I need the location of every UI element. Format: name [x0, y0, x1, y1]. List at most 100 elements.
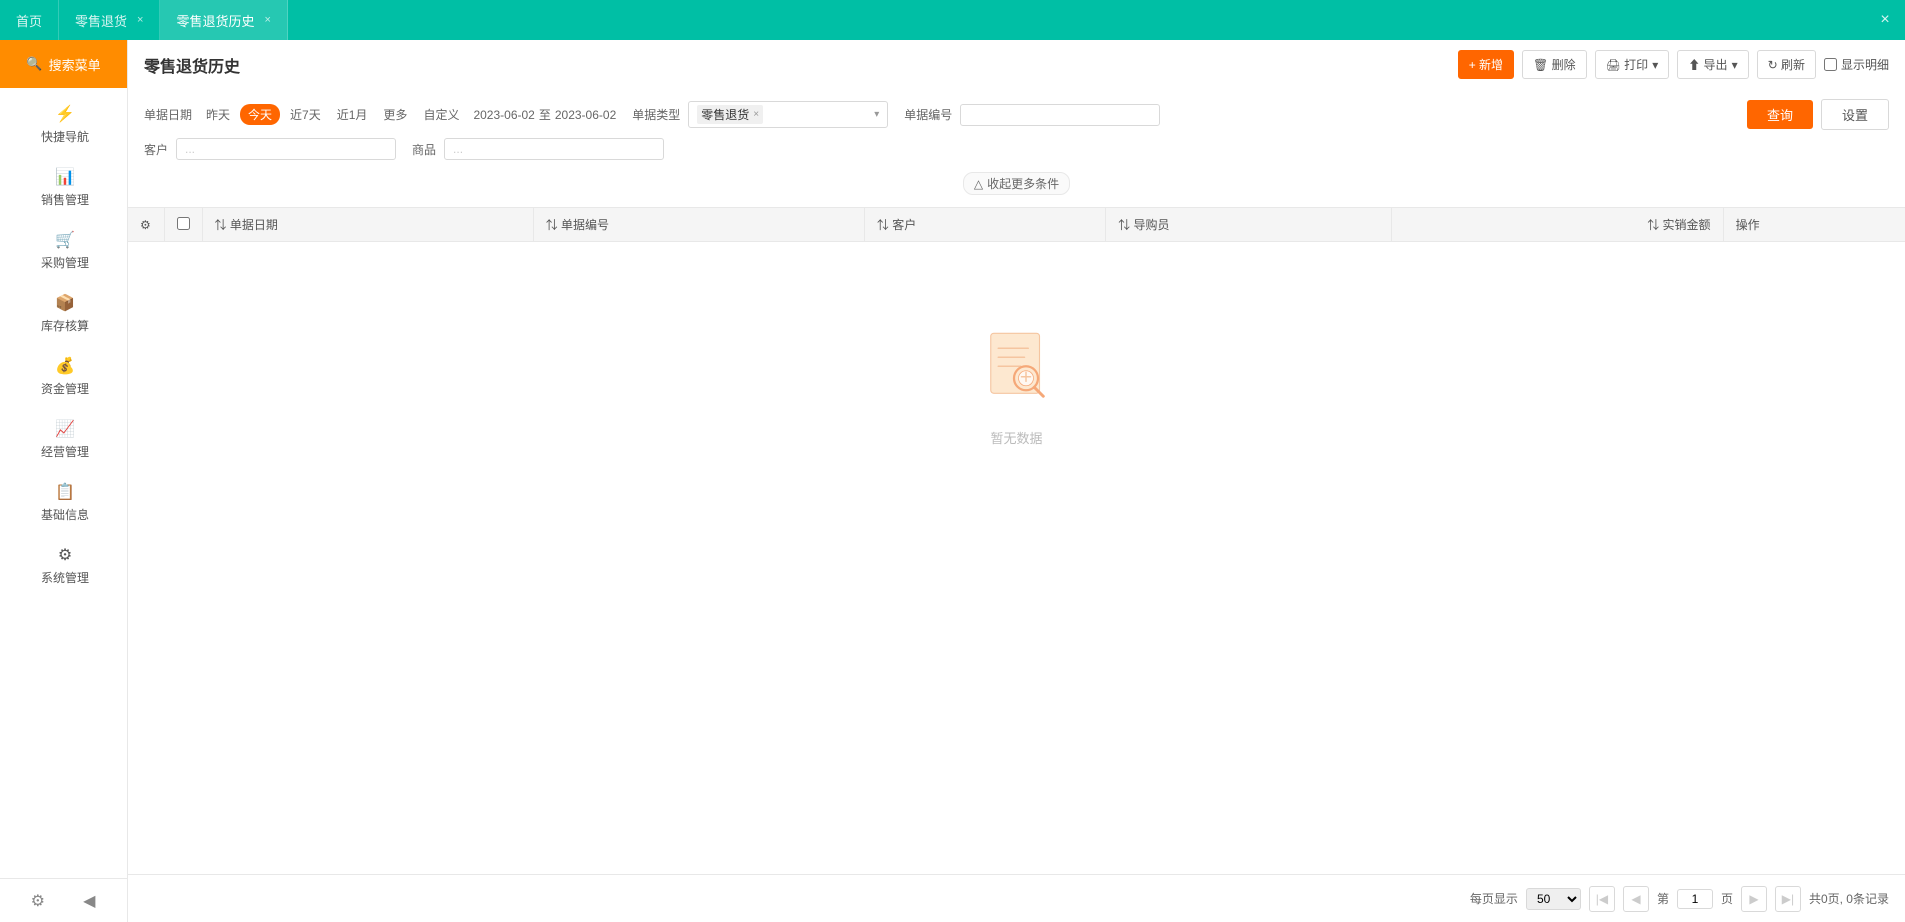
total-label: 共0页, 0条记录 [1809, 890, 1889, 907]
goods-filter: 商品 ... [412, 138, 664, 160]
doc-type-tag-remove[interactable]: × [753, 109, 759, 120]
date-from[interactable]: 2023-06-02 [473, 108, 534, 122]
tab-retail-return-close[interactable]: × [137, 14, 143, 26]
page-label-pre: 第 [1657, 890, 1669, 907]
nav-icon-system: ⚙ [55, 545, 75, 565]
table-settings-icon[interactable]: ⚙ [140, 218, 151, 232]
sidebar-item-operations[interactable]: 📈 经营管理 [0, 407, 127, 470]
doc-no-input[interactable] [960, 104, 1160, 126]
table-container: ⚙ ⇅ 单据日期 ⇅ 单据编号 ⇅ 客户 [128, 208, 1905, 874]
nav-label-quick-nav: 快捷导航 [41, 128, 89, 145]
sidebar: 🔍 搜索菜单 ⚡ 快捷导航 📊 销售管理 🛒 采购管理 📦 库存核算 💰 资金管… [0, 40, 128, 922]
date-shortcut-more[interactable]: 更多 [377, 104, 413, 125]
doc-no-label: 单据编号 [904, 106, 952, 123]
date-shortcut-today[interactable]: 今天 [240, 104, 280, 125]
th-guide-label: ⇅ 导购员 [1118, 218, 1169, 232]
th-amount-label: ⇅ 实销金额 [1647, 218, 1710, 232]
window-close-button[interactable]: × [1865, 0, 1905, 40]
collapse-filter-button[interactable]: △ 收起更多条件 [963, 172, 1070, 195]
first-page-btn[interactable]: |◀ [1589, 886, 1615, 912]
show-detail-checkbox[interactable] [1824, 58, 1837, 71]
tab-home[interactable]: 首页 [0, 0, 59, 40]
collapse-label: 收起更多条件 [987, 175, 1059, 192]
doc-type-arrow: ▾ [874, 109, 879, 120]
doc-type-selector[interactable]: 零售退货 × ▾ [688, 101, 888, 128]
nav-icon-sales: 📊 [55, 167, 75, 187]
page-title: 零售退货历史 [144, 53, 240, 77]
pagination-bar: 每页显示 50 10 20 100 |◀ ◀ 第 页 ▶ ▶| 共0页, 0条记… [128, 874, 1905, 922]
tab-retail-return[interactable]: 零售退货 × [59, 0, 160, 40]
th-action: 操作 [1723, 208, 1905, 242]
show-detail-toggle[interactable]: 显示明细 [1824, 56, 1889, 73]
date-shortcut-custom[interactable]: 自定义 [417, 104, 465, 125]
date-shortcuts: 昨天今天近7天近1月更多自定义 [200, 104, 465, 125]
per-page-select[interactable]: 50 10 20 100 [1526, 888, 1581, 910]
date-range: 2023-06-02 至 2023-06-02 [473, 106, 616, 123]
sidebar-settings-btn[interactable]: ⚙ [24, 887, 52, 915]
th-doc-no[interactable]: ⇅ 单据编号 [533, 208, 864, 242]
th-guide[interactable]: ⇅ 导购员 [1106, 208, 1392, 242]
export-button[interactable]: ⬆ 导出 ▾ [1677, 50, 1748, 79]
customer-label: 客户 [144, 141, 168, 158]
customer-filter: 客户 ... [144, 138, 396, 160]
sidebar-item-purchase[interactable]: 🛒 采购管理 [0, 218, 127, 281]
print-button[interactable]: 🖨 打印 ▾ [1595, 50, 1670, 79]
select-all-checkbox[interactable] [177, 217, 190, 230]
th-checkbox[interactable] [164, 208, 202, 242]
delete-button[interactable]: 🗑 删除 [1522, 50, 1587, 79]
sidebar-search-label: 搜索菜单 [49, 55, 101, 74]
tab-bar: 首页 零售退货 × 零售退货历史 × × [0, 0, 1905, 40]
add-button[interactable]: + 新增 [1458, 50, 1514, 79]
doc-type-tag: 零售退货 × [697, 105, 763, 124]
search-icon: 🔍 [26, 56, 42, 72]
sidebar-item-sales[interactable]: 📊 销售管理 [0, 155, 127, 218]
tab-retail-return-history[interactable]: 零售退货历史 × [160, 0, 287, 40]
content-area: 零售退货历史 + 新增 🗑 删除 🖨 打印 ▾ ⬆ 导出 ▾ ↻ 刷新 [128, 40, 1905, 922]
th-customer-label: ⇅ 客户 [877, 218, 916, 232]
prev-page-btn[interactable]: ◀ [1623, 886, 1649, 912]
sidebar-item-finance[interactable]: 💰 资金管理 [0, 344, 127, 407]
filter-area: 单据日期 昨天今天近7天近1月更多自定义 2023-06-02 至 2023-0… [144, 91, 1889, 207]
date-shortcut-1month[interactable]: 近1月 [331, 104, 374, 125]
th-date-label: ⇅ 单据日期 [215, 218, 278, 232]
sidebar-bottom: ⚙ ◀ [0, 878, 127, 922]
nav-icon-finance: 💰 [55, 356, 75, 376]
last-page-btn[interactable]: ▶| [1775, 886, 1801, 912]
sidebar-nav: ⚡ 快捷导航 📊 销售管理 🛒 采购管理 📦 库存核算 💰 资金管理 📈 经营管… [0, 88, 127, 878]
doc-no-filter: 单据编号 [904, 104, 1160, 126]
sidebar-item-basic-info[interactable]: 📋 基础信息 [0, 470, 127, 533]
sidebar-collapse-btn[interactable]: ◀ [75, 887, 103, 915]
nav-label-system: 系统管理 [41, 569, 89, 586]
nav-label-operations: 经营管理 [41, 443, 89, 460]
tab-retail-return-history-close[interactable]: × [264, 14, 270, 26]
doc-type-label: 单据类型 [632, 106, 680, 123]
sidebar-search[interactable]: 🔍 搜索菜单 [0, 40, 127, 88]
empty-illustration [972, 322, 1062, 412]
sidebar-item-quick-nav[interactable]: ⚡ 快捷导航 [0, 92, 127, 155]
th-customer[interactable]: ⇅ 客户 [864, 208, 1105, 242]
date-shortcut-yesterday[interactable]: 昨天 [200, 104, 236, 125]
th-date[interactable]: ⇅ 单据日期 [202, 208, 533, 242]
filter-settings-button[interactable]: 设置 [1821, 99, 1889, 130]
th-amount[interactable]: ⇅ 实销金额 [1392, 208, 1723, 242]
page-number-input[interactable] [1677, 889, 1713, 909]
goods-placeholder: ... [453, 142, 463, 156]
date-to[interactable]: 2023-06-02 [555, 108, 616, 122]
export-label: ⬆ 导出 [1688, 56, 1727, 73]
nav-label-purchase: 采购管理 [41, 254, 89, 271]
date-shortcut-7days[interactable]: 近7天 [284, 104, 327, 125]
nav-label-sales: 销售管理 [41, 191, 89, 208]
next-page-btn[interactable]: ▶ [1741, 886, 1767, 912]
sidebar-item-inventory[interactable]: 📦 库存核算 [0, 281, 127, 344]
print-arrow: ▾ [1652, 58, 1658, 72]
refresh-button[interactable]: ↻ 刷新 [1757, 50, 1816, 79]
goods-input[interactable]: ... [444, 138, 664, 160]
empty-text: 暂无数据 [990, 428, 1042, 447]
date-filter: 单据日期 昨天今天近7天近1月更多自定义 2023-06-02 至 2023-0… [144, 104, 616, 125]
sidebar-item-system[interactable]: ⚙ 系统管理 [0, 533, 127, 596]
th-settings[interactable]: ⚙ [128, 208, 164, 242]
customer-input[interactable]: ... [176, 138, 396, 160]
query-button[interactable]: 查询 [1747, 100, 1813, 129]
nav-icon-basic-info: 📋 [55, 482, 75, 502]
toolbar: + 新增 🗑 删除 🖨 打印 ▾ ⬆ 导出 ▾ ↻ 刷新 显示明细 [1458, 50, 1889, 79]
